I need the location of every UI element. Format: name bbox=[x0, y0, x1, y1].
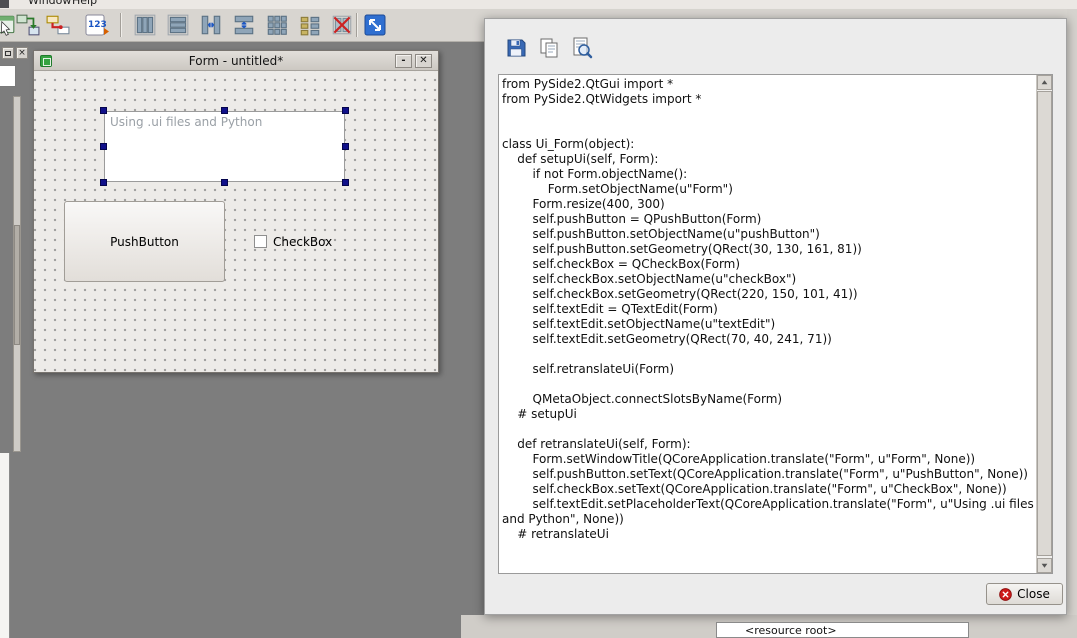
layout-horizontal-splitter-icon[interactable] bbox=[199, 13, 223, 37]
minimize-button[interactable]: - bbox=[395, 54, 412, 68]
code-line: self.textEdit.setGeometry(QRect(70, 40, … bbox=[502, 332, 1034, 347]
form-window-title: Form - untitled* bbox=[34, 54, 438, 68]
arrow-down-icon bbox=[1040, 561, 1049, 570]
code-line: self.pushButton.setObjectName(u"pushButt… bbox=[502, 227, 1034, 242]
code-line: def setupUi(self, Form): bbox=[502, 152, 1034, 167]
scroll-down-button[interactable] bbox=[1037, 558, 1052, 573]
textedit-placeholder: Using .ui files and Python bbox=[110, 115, 262, 129]
dialog-close-button[interactable]: Close bbox=[986, 583, 1063, 605]
close-icon: × bbox=[18, 48, 26, 58]
code-line: from PySide2.QtGui import * bbox=[502, 77, 1034, 92]
selection-handle-w[interactable] bbox=[100, 143, 107, 150]
selection-handle-e[interactable] bbox=[342, 143, 349, 150]
widgetbox-scrollbar-fragment[interactable] bbox=[13, 96, 21, 452]
form-window-titlebar[interactable]: Form - untitled* - ✕ bbox=[34, 51, 438, 71]
dock-float-button[interactable] bbox=[2, 47, 14, 59]
form-designer-window: Form - untitled* - ✕ Using .ui files and… bbox=[33, 50, 439, 373]
code-line bbox=[502, 122, 1034, 137]
adjust-size-icon[interactable] bbox=[363, 13, 387, 37]
textedit-widget[interactable]: Using .ui files and Python bbox=[104, 111, 345, 182]
toolbar-separator bbox=[120, 13, 122, 37]
code-line: self.retranslateUi(Form) bbox=[502, 362, 1034, 377]
edit-tab-order-icon[interactable]: 123 bbox=[84, 13, 110, 37]
code-preview-dialog: from PySide2.QtGui import *from PySide2.… bbox=[484, 18, 1067, 615]
code-line: self.checkBox.setObjectName(u"checkBox") bbox=[502, 272, 1034, 287]
code-line bbox=[502, 422, 1034, 437]
checkbox-indicator[interactable] bbox=[254, 235, 267, 248]
code-line: self.textEdit = QTextEdit(Form) bbox=[502, 302, 1034, 317]
widgetbox-filter-fragment[interactable] bbox=[0, 65, 16, 87]
code-text: from PySide2.QtGui import *from PySide2.… bbox=[502, 77, 1034, 571]
layout-grid-icon[interactable] bbox=[265, 13, 289, 37]
code-line: self.pushButton = QPushButton(Form) bbox=[502, 212, 1034, 227]
toolbar-separator bbox=[356, 13, 358, 37]
code-line bbox=[502, 107, 1034, 122]
selection-handle-n[interactable] bbox=[221, 107, 228, 114]
code-line: self.textEdit.setObjectName(u"textEdit") bbox=[502, 317, 1034, 332]
menu-help[interactable]: Help bbox=[72, 0, 97, 7]
form-canvas[interactable]: Using .ui files and Python PushButton Ch… bbox=[34, 71, 438, 372]
code-line: # setupUi bbox=[502, 407, 1034, 422]
selection-handle-sw[interactable] bbox=[100, 179, 107, 186]
copy-icon[interactable] bbox=[537, 36, 561, 60]
save-icon[interactable] bbox=[504, 36, 528, 60]
selection-handle-ne[interactable] bbox=[342, 107, 349, 114]
selection-handle-s[interactable] bbox=[221, 179, 228, 186]
code-line: # retranslateUi bbox=[502, 527, 1034, 542]
arrow-up-icon bbox=[1040, 78, 1049, 87]
layout-form-icon[interactable] bbox=[298, 13, 322, 37]
vertical-scrollbar[interactable] bbox=[1036, 75, 1052, 573]
code-view[interactable]: from PySide2.QtGui import *from PySide2.… bbox=[498, 74, 1053, 574]
code-line: self.checkBox.setGeometry(QRect(220, 150… bbox=[502, 287, 1034, 302]
float-icon bbox=[5, 51, 11, 56]
app-icon bbox=[0, 0, 9, 8]
scrollbar-thumb[interactable] bbox=[14, 225, 20, 345]
code-line: if not Form.objectName(): bbox=[502, 167, 1034, 182]
scrollbar-thumb[interactable] bbox=[1037, 91, 1052, 556]
close-x-icon bbox=[999, 588, 1012, 601]
code-line bbox=[502, 347, 1034, 362]
code-line bbox=[502, 377, 1034, 392]
code-line: class Ui_Form(object): bbox=[502, 137, 1034, 152]
menu-window[interactable]: Window bbox=[28, 0, 71, 7]
edit-widgets-icon[interactable] bbox=[0, 13, 16, 37]
code-line: QMetaObject.connectSlotsByName(Form) bbox=[502, 392, 1034, 407]
pushbutton-widget[interactable]: PushButton bbox=[64, 201, 225, 282]
dock-close-button[interactable]: × bbox=[16, 47, 28, 59]
scroll-up-button[interactable] bbox=[1037, 75, 1052, 90]
close-button[interactable]: ✕ bbox=[415, 54, 432, 68]
right-panel-fragment bbox=[1067, 9, 1077, 638]
code-line: self.checkBox = QCheckBox(Form) bbox=[502, 257, 1034, 272]
code-line: Form.setObjectName(u"Form") bbox=[502, 182, 1034, 197]
left-panel-fragment bbox=[0, 453, 10, 638]
desktop: Window Help 123 bbox=[0, 0, 1077, 638]
find-icon[interactable] bbox=[570, 36, 594, 60]
layout-vertical-icon[interactable] bbox=[166, 13, 190, 37]
edit-signals-slots-icon[interactable] bbox=[16, 13, 40, 37]
svg-text:123: 123 bbox=[88, 20, 107, 30]
resource-browser-fragment: <resource root> bbox=[716, 622, 969, 638]
checkbox-label: CheckBox bbox=[273, 235, 332, 249]
menu-bar: Window Help bbox=[0, 0, 1077, 9]
code-line: self.pushButton.setText(QCoreApplication… bbox=[502, 467, 1034, 482]
code-line: from PySide2.QtWidgets import * bbox=[502, 92, 1034, 107]
code-line: self.textEdit.setPlaceholderText(QCoreAp… bbox=[502, 497, 1034, 512]
code-line: and Python", None)) bbox=[502, 512, 1034, 527]
code-line: self.pushButton.setGeometry(QRect(30, 13… bbox=[502, 242, 1034, 257]
code-line: def retranslateUi(self, Form): bbox=[502, 437, 1034, 452]
code-line: Form.setWindowTitle(QCoreApplication.tra… bbox=[502, 452, 1034, 467]
selection-handle-nw[interactable] bbox=[100, 107, 107, 114]
close-button-label: Close bbox=[1017, 587, 1050, 601]
code-line: self.checkBox.setText(QCoreApplication.t… bbox=[502, 482, 1034, 497]
checkbox-widget[interactable]: CheckBox bbox=[254, 221, 355, 262]
break-layout-icon[interactable] bbox=[330, 13, 354, 37]
selection-handle-se[interactable] bbox=[342, 179, 349, 186]
resource-root-item[interactable]: <resource root> bbox=[745, 624, 837, 637]
code-line: Form.resize(400, 300) bbox=[502, 197, 1034, 212]
edit-buddies-icon[interactable] bbox=[46, 13, 70, 37]
layout-vertical-splitter-icon[interactable] bbox=[232, 13, 256, 37]
layout-horizontal-icon[interactable] bbox=[133, 13, 157, 37]
